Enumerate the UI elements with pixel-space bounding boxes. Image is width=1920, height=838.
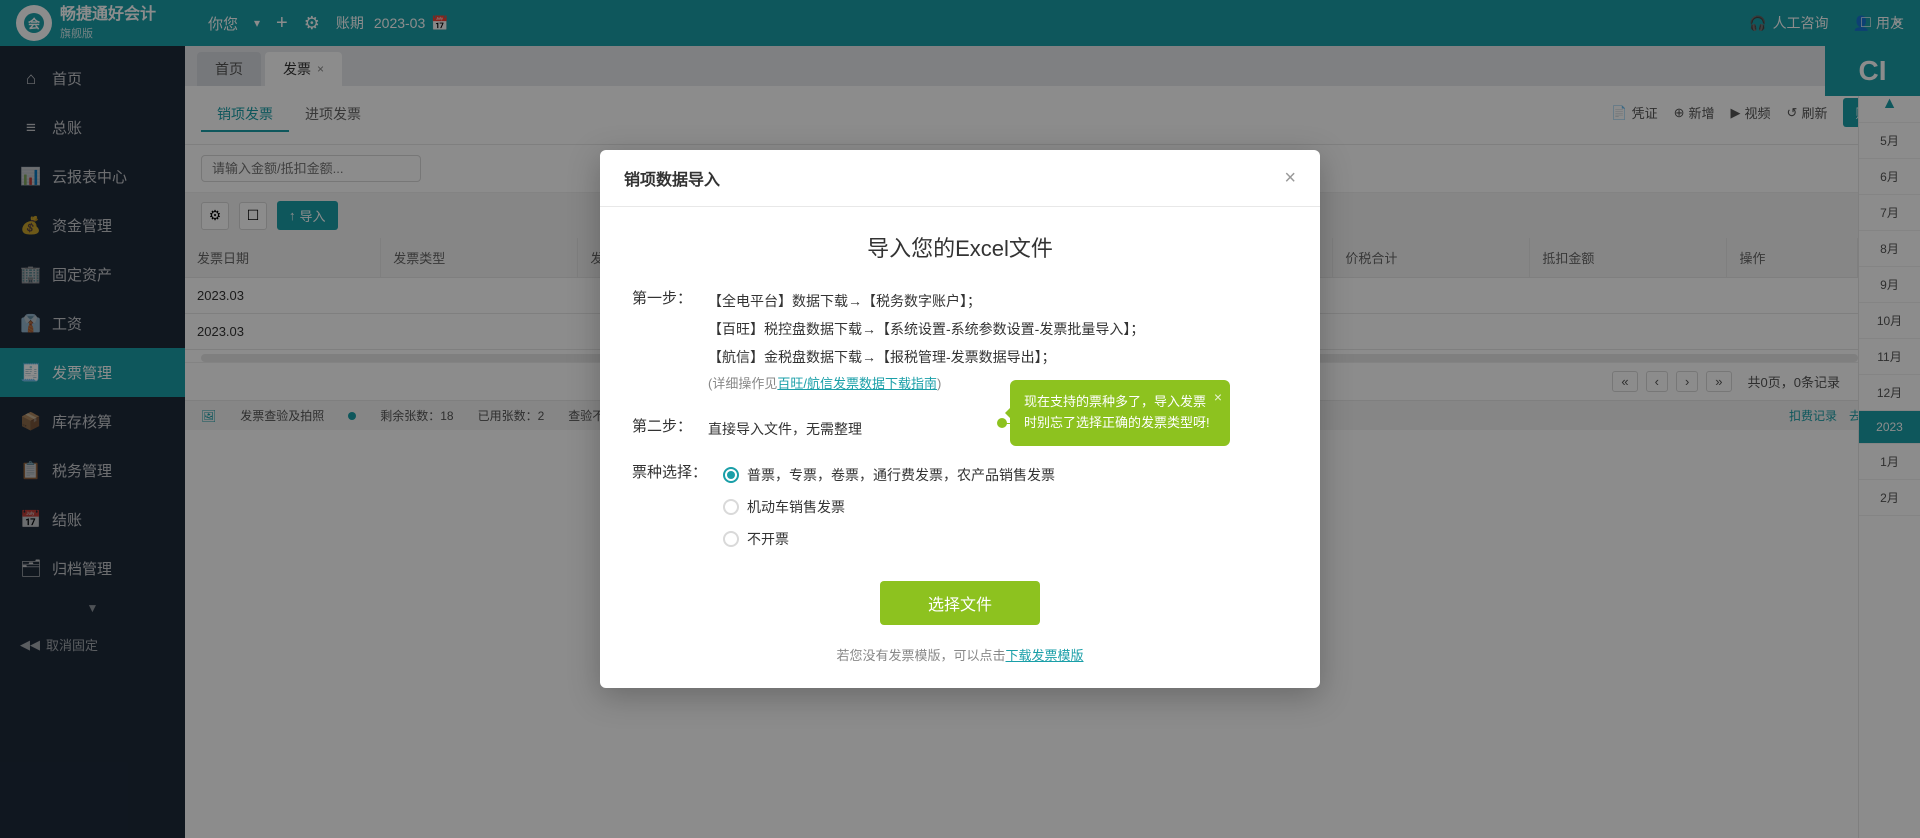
step1-line2: 【百旺】税控盘数据下载→【系统设置-系统参数设置-发票批量导入】；: [708, 315, 1144, 343]
tooltip-close-button[interactable]: ×: [1214, 386, 1222, 408]
ticket-label: 票种选择：: [632, 461, 707, 482]
ticket-options: 普票，专票，卷票，通行费发票，农产品销售发票机动车销售发票不开票: [723, 465, 1055, 561]
radio-noticket: [723, 531, 739, 547]
modal-body: 导入您的Excel文件 第一步： 【全电平台】数据下载→【税务数字账户】； 【百…: [600, 207, 1320, 688]
download-guide-link[interactable]: 百旺/航信发票数据下载指南: [777, 376, 937, 391]
radio-motor: [723, 499, 739, 515]
tooltip-connector-line: [998, 423, 1010, 424]
ticket-label-noticket: 不开票: [747, 529, 789, 549]
ticket-label-general: 普票，专票，卷票，通行费发票，农产品销售发票: [747, 465, 1055, 485]
download-template-link[interactable]: 下载发票模版: [1006, 648, 1084, 663]
ticket-label-motor: 机动车销售发票: [747, 497, 845, 517]
tooltip-text: 现在支持的票种多了，导入发票时别忘了选择正确的发票类型呀!: [1024, 394, 1210, 430]
ticket-selection-row: 票种选择： 普票，专票，卷票，通行费发票，农产品销售发票机动车销售发票不开票: [632, 461, 1288, 561]
step2-content: 直接导入文件，无需整理: [708, 415, 862, 443]
step1-line3: 【航信】金税盘数据下载→【报税管理-发票数据导出】；: [708, 343, 1144, 371]
modal-footer: 若您没有发票模版，可以点击下载发票模版: [632, 645, 1288, 664]
ticket-option-general[interactable]: 普票，专票，卷票，通行费发票，农产品销售发票: [723, 465, 1055, 485]
modal-title: 销项数据导入: [624, 166, 720, 190]
modal-close-button[interactable]: ×: [1284, 168, 1296, 188]
select-file-button[interactable]: 选择文件: [880, 581, 1040, 625]
modal-header: 销项数据导入 ×: [600, 150, 1320, 207]
ticket-option-motor[interactable]: 机动车销售发票: [723, 497, 1055, 517]
step1-line1: 【全电平台】数据下载→【税务数字账户】；: [708, 287, 1144, 315]
modal-overlay[interactable]: 销项数据导入 × 导入您的Excel文件 第一步： 【全电平台】数据下载→【税务…: [0, 0, 1920, 838]
ticket-option-noticket[interactable]: 不开票: [723, 529, 1055, 549]
step2-label: 第二步：: [632, 415, 692, 436]
radio-general: [723, 467, 739, 483]
step1-label: 第一步：: [632, 287, 692, 308]
modal-excel-title: 导入您的Excel文件: [632, 231, 1288, 263]
tooltip-bubble: × 现在支持的票种多了，导入发票时别忘了选择正确的发票类型呀!: [1010, 380, 1230, 446]
